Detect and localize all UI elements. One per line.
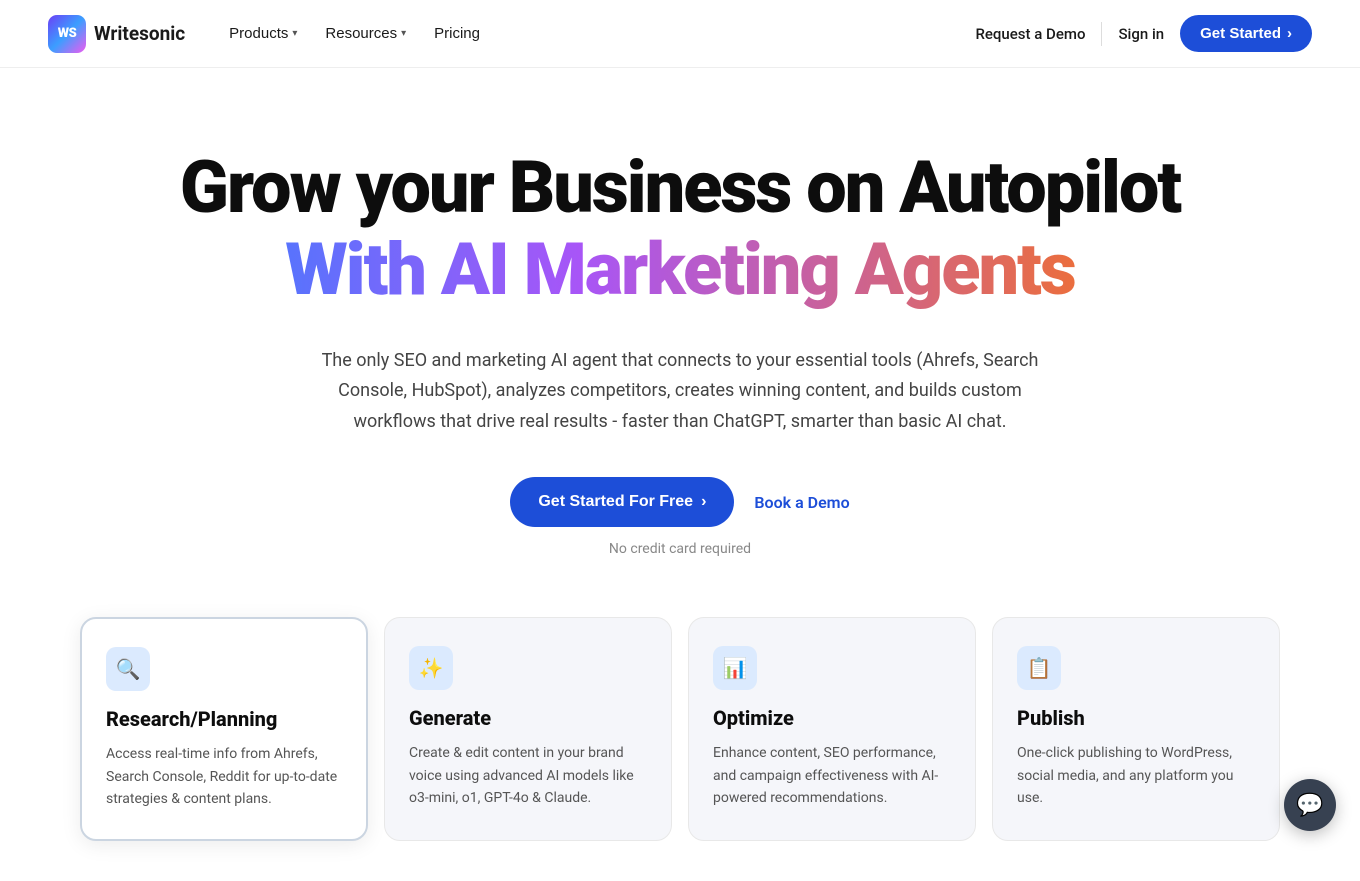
nav-divider [1101, 22, 1102, 46]
nav-link-resources[interactable]: Resources ▾ [313, 19, 418, 48]
hero-section: Grow your Business on Autopilot With AI … [130, 68, 1230, 617]
chat-icon: 💬 [1296, 793, 1323, 818]
brand-name: Writesonic [94, 22, 185, 45]
feature-card-optimize[interactable]: 📊 Optimize Enhance content, SEO performa… [688, 617, 976, 840]
card-title-optimize: Optimize [713, 706, 951, 730]
nav-link-products[interactable]: Products ▾ [217, 19, 309, 48]
get-started-free-button[interactable]: Get Started For Free › [510, 477, 734, 527]
logo[interactable]: WS Writesonic [48, 15, 185, 53]
feature-card-research[interactable]: 🔍 Research/Planning Access real-time inf… [80, 617, 368, 840]
nav-links: Products ▾ Resources ▾ Pricing [217, 19, 492, 48]
hero-subtitle: The only SEO and marketing AI agent that… [305, 346, 1055, 438]
no-credit-card-text: No credit card required [178, 541, 1182, 557]
card-title-research: Research/Planning [106, 707, 342, 731]
nav-right: Request a Demo Sign in Get Started › [975, 15, 1312, 52]
nav-left: WS Writesonic Products ▾ Resources ▾ Pri… [48, 15, 492, 53]
chevron-down-icon: ▾ [401, 28, 406, 39]
book-demo-link[interactable]: Book a Demo [754, 493, 849, 512]
hero-buttons: Get Started For Free › Book a Demo [178, 477, 1182, 527]
card-icon-optimize: 📊 [713, 646, 757, 690]
hero-title: Grow your Business on Autopilot With AI … [178, 148, 1182, 314]
nav-link-pricing[interactable]: Pricing [422, 19, 492, 48]
card-title-publish: Publish [1017, 706, 1255, 730]
card-title-generate: Generate [409, 706, 647, 730]
chevron-down-icon: ▾ [292, 28, 297, 39]
navbar: WS Writesonic Products ▾ Resources ▾ Pri… [0, 0, 1360, 68]
card-desc-generate: Create & edit content in your brand voic… [409, 742, 647, 809]
card-desc-publish: One-click publishing to WordPress, socia… [1017, 742, 1255, 809]
get-started-nav-button[interactable]: Get Started › [1180, 15, 1312, 52]
feature-card-publish[interactable]: 📋 Publish One-click publishing to WordPr… [992, 617, 1280, 840]
card-icon-research: 🔍 [106, 647, 150, 691]
card-desc-research: Access real-time info from Ahrefs, Searc… [106, 743, 342, 810]
arrow-icon: › [1287, 25, 1292, 42]
logo-icon: WS [48, 15, 86, 53]
card-icon-publish: 📋 [1017, 646, 1061, 690]
feature-cards: 🔍 Research/Planning Access real-time inf… [40, 617, 1320, 880]
card-icon-generate: ✨ [409, 646, 453, 690]
card-desc-optimize: Enhance content, SEO performance, and ca… [713, 742, 951, 809]
request-demo-link[interactable]: Request a Demo [975, 25, 1085, 43]
chat-widget[interactable]: 💬 [1284, 779, 1336, 831]
arrow-icon: › [701, 493, 706, 511]
sign-in-link[interactable]: Sign in [1118, 25, 1164, 43]
feature-card-generate[interactable]: ✨ Generate Create & edit content in your… [384, 617, 672, 840]
